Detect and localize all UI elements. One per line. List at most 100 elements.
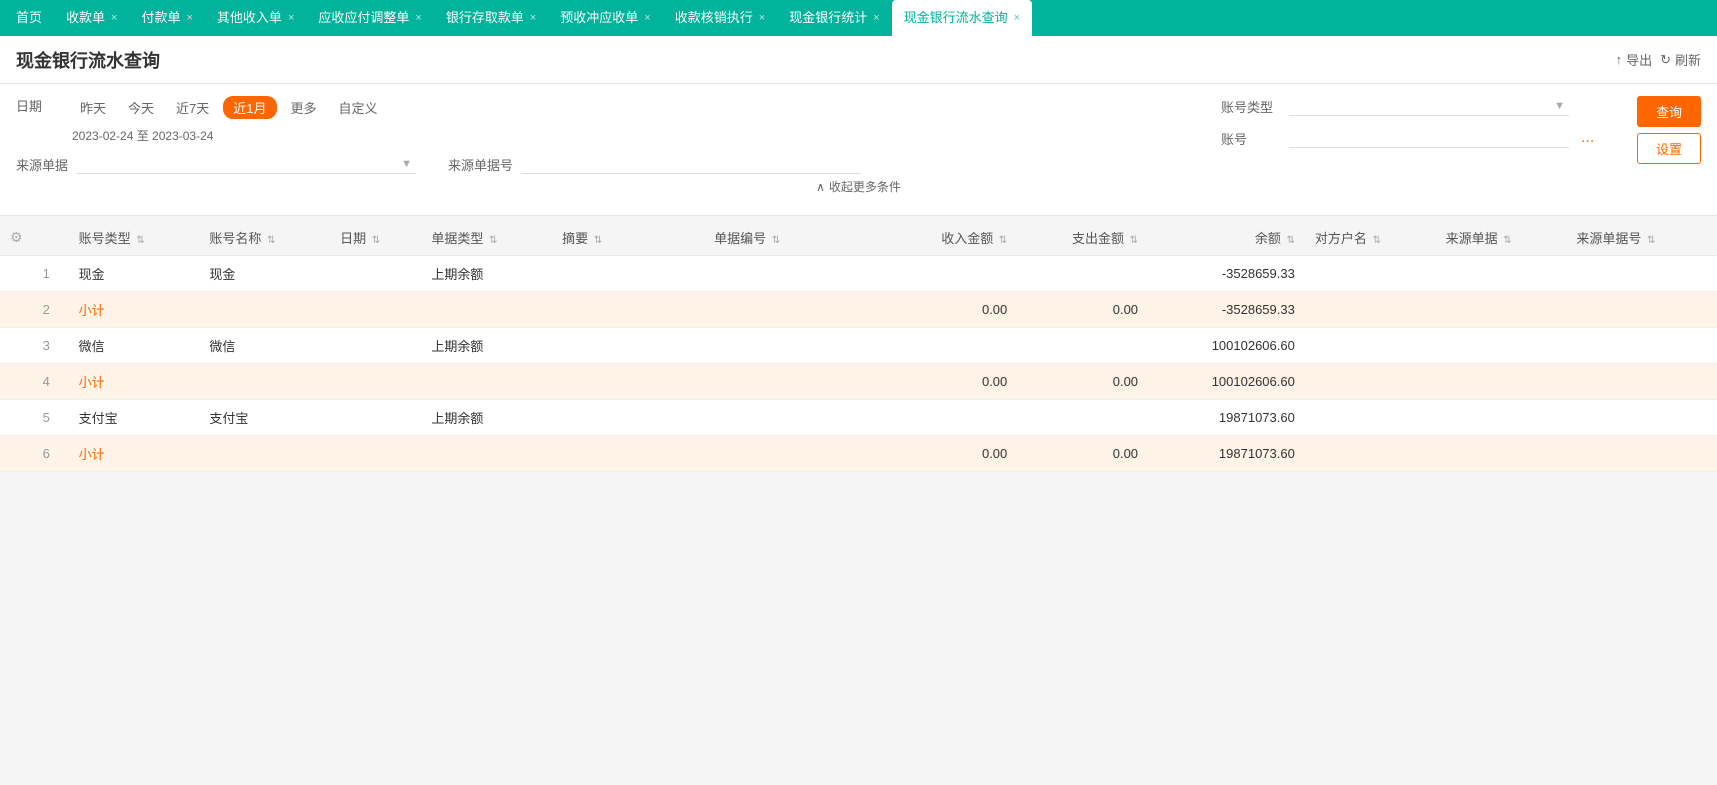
collapse-bar[interactable]: ∧ 收起更多条件	[16, 174, 1701, 203]
cell-index: 5	[33, 400, 69, 436]
nav-home[interactable]: 首页	[4, 0, 54, 36]
nav-bank-deposit[interactable]: 银行存取款单 ×	[434, 0, 548, 36]
table-row[interactable]: 2 小计 0.00 0.00 -3528659.33	[0, 292, 1717, 328]
table-row[interactable]: 6 小计 0.00 0.00 19871073.60	[0, 436, 1717, 472]
col-counter-party[interactable]: 对方户名 ⇅	[1305, 220, 1436, 256]
source-doc-select[interactable]	[76, 154, 416, 173]
cell-account-name	[199, 364, 330, 400]
table-row[interactable]: 5 支付宝 支付宝 上期余额 19871073.60	[0, 400, 1717, 436]
col-date-label: 日期	[340, 231, 366, 246]
col-account-name-label: 账号名称	[209, 231, 261, 246]
export-label: 导出	[1626, 50, 1652, 69]
cell-account-name: 现金	[199, 256, 330, 292]
nav-prepay-label: 预收冲应收单	[560, 0, 638, 36]
nav-flow-query[interactable]: 现金银行流水查询 ×	[892, 0, 1032, 36]
col-doc-type[interactable]: 单据类型 ⇅	[421, 220, 552, 256]
nav-verify-close[interactable]: ×	[759, 0, 765, 36]
account-type-select[interactable]	[1289, 96, 1569, 115]
cell-income	[887, 256, 1018, 292]
cell-index: 6	[33, 436, 69, 472]
nav-stats-close[interactable]: ×	[873, 0, 879, 36]
cell-source-doc-no	[1566, 436, 1717, 472]
table-row[interactable]: 3 微信 微信 上期余额 100102606.60	[0, 328, 1717, 364]
collapse-label: 收起更多条件	[829, 178, 901, 195]
nav-adjustment[interactable]: 应收应付调整单 ×	[306, 0, 433, 36]
export-button[interactable]: ↑ 导出	[1616, 50, 1653, 69]
date-custom[interactable]: 自定义	[331, 96, 386, 119]
col-doc-type-label: 单据类型	[431, 231, 483, 246]
col-account-type[interactable]: 账号类型 ⇅	[69, 220, 200, 256]
gear-icon[interactable]: ⚙	[10, 229, 23, 245]
sort-summary-icon: ⇅	[594, 235, 602, 246]
col-summary-label: 摘要	[562, 231, 588, 246]
nav-payment[interactable]: 付款单 ×	[129, 0, 204, 36]
filter-area: 日期 昨天 今天 近7天 近1月 更多 自定义 2023-02-24 至 202…	[0, 84, 1717, 216]
date-1month[interactable]: 近1月	[223, 96, 276, 119]
col-source-doc[interactable]: 来源单据 ⇅	[1436, 220, 1567, 256]
nav-prepay[interactable]: 预收冲应收单 ×	[548, 0, 662, 36]
cell-source-doc	[1436, 256, 1567, 292]
nav-other-income-close[interactable]: ×	[288, 0, 294, 36]
col-summary[interactable]: 摘要 ⇅	[552, 220, 704, 256]
cell-expense	[1017, 256, 1148, 292]
cell-index: 2	[33, 292, 69, 328]
cell-income: 0.00	[887, 436, 1018, 472]
nav-prepay-close[interactable]: ×	[644, 0, 650, 36]
nav-stats[interactable]: 现金银行统计 ×	[777, 0, 891, 36]
col-account-name[interactable]: 账号名称 ⇅	[199, 220, 330, 256]
col-balance[interactable]: 余额 ⇅	[1148, 220, 1305, 256]
col-source-doc-no[interactable]: 来源单据号 ⇅	[1566, 220, 1717, 256]
cell-account-type: 现金	[69, 256, 200, 292]
date-more[interactable]: 更多	[283, 96, 325, 119]
refresh-button[interactable]: ↻ 刷新	[1660, 50, 1701, 69]
nav-bank-deposit-close[interactable]: ×	[530, 0, 536, 36]
sort-account-name-icon: ⇅	[267, 235, 275, 246]
cell-doc-no	[704, 400, 886, 436]
cell-account-name	[199, 292, 330, 328]
cell-gear	[0, 292, 33, 328]
cell-income: 0.00	[887, 292, 1018, 328]
nav-verify[interactable]: 收款核销执行 ×	[663, 0, 777, 36]
cell-summary	[552, 292, 704, 328]
date-7days[interactable]: 近7天	[168, 96, 217, 119]
col-income[interactable]: 收入金额 ⇅	[887, 220, 1018, 256]
account-input[interactable]	[1289, 128, 1569, 148]
date-today[interactable]: 今天	[120, 96, 162, 119]
cell-source-doc-no	[1566, 256, 1717, 292]
col-doc-no[interactable]: 单据编号 ⇅	[704, 220, 886, 256]
cell-source-doc	[1436, 400, 1567, 436]
nav-flow-query-label: 现金银行流水查询	[904, 0, 1008, 36]
nav-flow-query-close[interactable]: ×	[1014, 0, 1020, 36]
cell-date	[330, 364, 421, 400]
nav-payment-close[interactable]: ×	[186, 0, 192, 36]
col-date[interactable]: 日期 ⇅	[330, 220, 421, 256]
cell-source-doc-no	[1566, 292, 1717, 328]
cell-date	[330, 436, 421, 472]
data-table: ⚙ 账号类型 ⇅ 账号名称 ⇅ 日期 ⇅ 单据类型 ⇅	[0, 220, 1717, 472]
cell-balance: 19871073.60	[1148, 436, 1305, 472]
date-yesterday[interactable]: 昨天	[72, 96, 114, 119]
col-expense[interactable]: 支出金额 ⇅	[1017, 220, 1148, 256]
query-button[interactable]: 查询	[1637, 96, 1701, 127]
nav-receipt-close[interactable]: ×	[111, 0, 117, 36]
nav-receipt[interactable]: 收款单 ×	[54, 0, 129, 36]
source-doc-no-label: 来源单据号	[448, 155, 513, 174]
account-more-icon[interactable]: ...	[1577, 129, 1598, 147]
col-expense-label: 支出金额	[1072, 231, 1124, 246]
cell-doc-no	[704, 364, 886, 400]
cell-summary	[552, 256, 704, 292]
col-counter-party-label: 对方户名	[1315, 231, 1367, 246]
table-row[interactable]: 1 现金 现金 上期余额 -3528659.33	[0, 256, 1717, 292]
nav-home-label: 首页	[16, 0, 42, 36]
account-type-group: 账号类型 ▼	[1221, 96, 1621, 116]
nav-adjustment-close[interactable]: ×	[415, 0, 421, 36]
source-doc-no-input[interactable]	[521, 154, 861, 174]
table-row[interactable]: 4 小计 0.00 0.00 100102606.60	[0, 364, 1717, 400]
cell-account-name: 微信	[199, 328, 330, 364]
account-type-cell: 微信	[79, 339, 105, 354]
col-doc-no-label: 单据编号	[714, 231, 766, 246]
refresh-icon: ↻	[1660, 52, 1671, 68]
nav-other-income[interactable]: 其他收入单 ×	[205, 0, 306, 36]
settings-button[interactable]: 设置	[1637, 133, 1701, 164]
cell-account-type: 小计	[69, 436, 200, 472]
